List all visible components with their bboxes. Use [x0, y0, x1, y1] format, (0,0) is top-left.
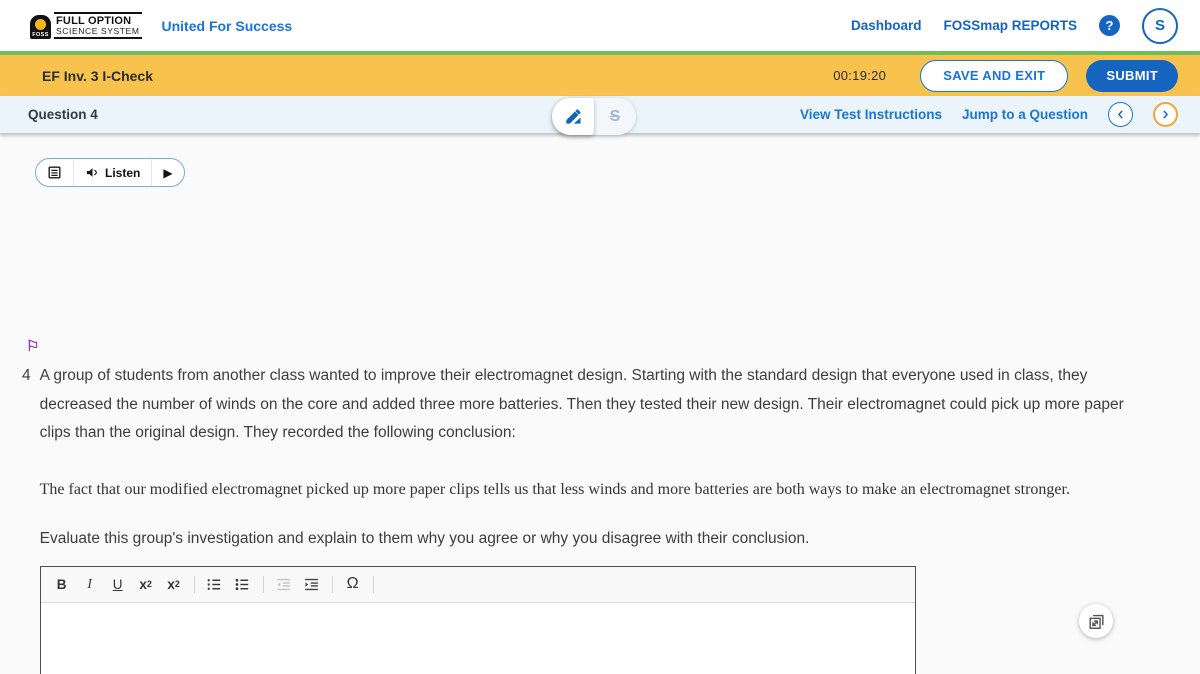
expand-icon — [1088, 614, 1104, 629]
subscript-number: 2 — [146, 579, 152, 589]
previous-question-button[interactable] — [1108, 102, 1133, 127]
question-title: Question 4 — [28, 107, 98, 122]
toolbar-separator — [193, 575, 195, 593]
submit-button[interactable]: SUBMIT — [1086, 59, 1178, 92]
brand: FOSS FULL OPTION SCIENCE SYSTEM United F… — [30, 12, 292, 39]
timer: 00:19:20 — [833, 68, 887, 83]
question-bar: Question 4 S View Test Instructions Jump… — [0, 96, 1200, 135]
toolbar-separator — [372, 575, 374, 593]
logo-line2: SCIENCE SYSTEM — [56, 26, 140, 36]
tts-settings-button[interactable] — [36, 159, 73, 186]
numbered-list-button[interactable] — [202, 571, 228, 597]
nav-dashboard[interactable]: Dashboard — [851, 18, 922, 33]
student-conclusion-text: The fact that our modified electromagnet… — [39, 480, 1070, 498]
question-body: A group of students from another class w… — [39, 362, 1150, 674]
listen-label: Listen — [105, 165, 141, 180]
question-bar-links: View Test Instructions Jump to a Questio… — [800, 102, 1178, 127]
numbered-list-icon — [207, 578, 221, 590]
test-title: EF Inv. 3 I-Check — [42, 67, 153, 84]
flag-question-icon[interactable]: ⚐ — [26, 337, 39, 355]
answer-input[interactable] — [40, 602, 915, 674]
test-bar-actions: 00:19:20 SAVE AND EXIT SUBMIT — [833, 59, 1178, 92]
foss-badge-label: FOSS — [32, 32, 49, 38]
bulleted-list-button[interactable] — [230, 571, 256, 597]
sun-icon — [35, 19, 46, 30]
bulleted-list-icon — [235, 578, 249, 590]
outdent-icon — [277, 578, 290, 590]
play-button[interactable]: ▶ — [151, 159, 183, 186]
listen-button[interactable]: Listen — [73, 159, 151, 186]
special-character-button[interactable]: Ω — [340, 571, 366, 597]
text-to-speech-toolbar: Listen ▶ — [35, 158, 185, 187]
app-header: FOSS FULL OPTION SCIENCE SYSTEM United F… — [0, 0, 1200, 51]
question-block: 4 A group of students from another class… — [22, 362, 1162, 674]
subscript-button[interactable]: x2 — [133, 571, 159, 597]
foss-badge-icon: FOSS — [30, 15, 51, 39]
highlighter-tool-button[interactable] — [552, 98, 594, 135]
strikethrough-icon: S — [609, 107, 621, 125]
subscript-base: x — [139, 576, 147, 592]
superscript-number: 2 — [174, 579, 180, 589]
decrease-indent-button[interactable] — [271, 571, 297, 597]
text-menu-icon — [48, 166, 61, 179]
logo-text: FULL OPTION SCIENCE SYSTEM — [54, 12, 142, 39]
superscript-button[interactable]: x2 — [161, 571, 187, 597]
next-question-button[interactable] — [1153, 102, 1178, 127]
foss-logo[interactable]: FOSS FULL OPTION SCIENCE SYSTEM — [30, 12, 142, 39]
answer-editor: B I U x2 x2 Ω — [39, 565, 916, 674]
speaker-icon — [86, 168, 97, 177]
editor-toolbar: B I U x2 x2 Ω — [40, 566, 915, 603]
underline-button[interactable]: U — [105, 571, 131, 597]
toolbar-separator — [262, 575, 264, 593]
bold-button[interactable]: B — [49, 571, 75, 597]
toolbar-separator — [331, 575, 333, 593]
view-test-instructions-link[interactable]: View Test Instructions — [800, 107, 942, 122]
superscript-base: x — [167, 576, 175, 592]
chevron-right-icon — [1163, 110, 1168, 119]
test-bar: EF Inv. 3 I-Check 00:19:20 SAVE AND EXIT… — [0, 55, 1200, 96]
strikethrough-tool-button[interactable]: S — [594, 98, 636, 135]
save-and-exit-button[interactable]: SAVE AND EXIT — [920, 59, 1069, 92]
expand-window-button[interactable] — [1079, 604, 1113, 638]
question-number: 4 — [22, 367, 31, 384]
question-content: Listen ▶ ⚐ 4 A group of students from an… — [0, 134, 1200, 674]
play-icon: ▶ — [163, 165, 173, 180]
question-task: Evaluate this group's investigation and … — [39, 529, 810, 547]
help-icon[interactable]: ? — [1099, 15, 1120, 36]
nav-fossmap-reports[interactable]: FOSSmap REPORTS — [943, 18, 1077, 33]
top-nav: Dashboard FOSSmap REPORTS ? S — [851, 7, 1178, 44]
italic-button[interactable]: I — [77, 571, 103, 597]
avatar[interactable]: S — [1142, 7, 1178, 44]
increase-indent-button[interactable] — [299, 571, 325, 597]
jump-to-question-link[interactable]: Jump to a Question — [962, 107, 1088, 122]
question-prompt: A group of students from another class w… — [39, 367, 1124, 441]
pencil-icon — [566, 108, 581, 124]
chevron-left-icon — [1118, 110, 1123, 119]
indent-icon — [305, 578, 318, 590]
district-link[interactable]: United For Success — [162, 18, 293, 34]
annotation-toolbar: S — [552, 98, 636, 135]
